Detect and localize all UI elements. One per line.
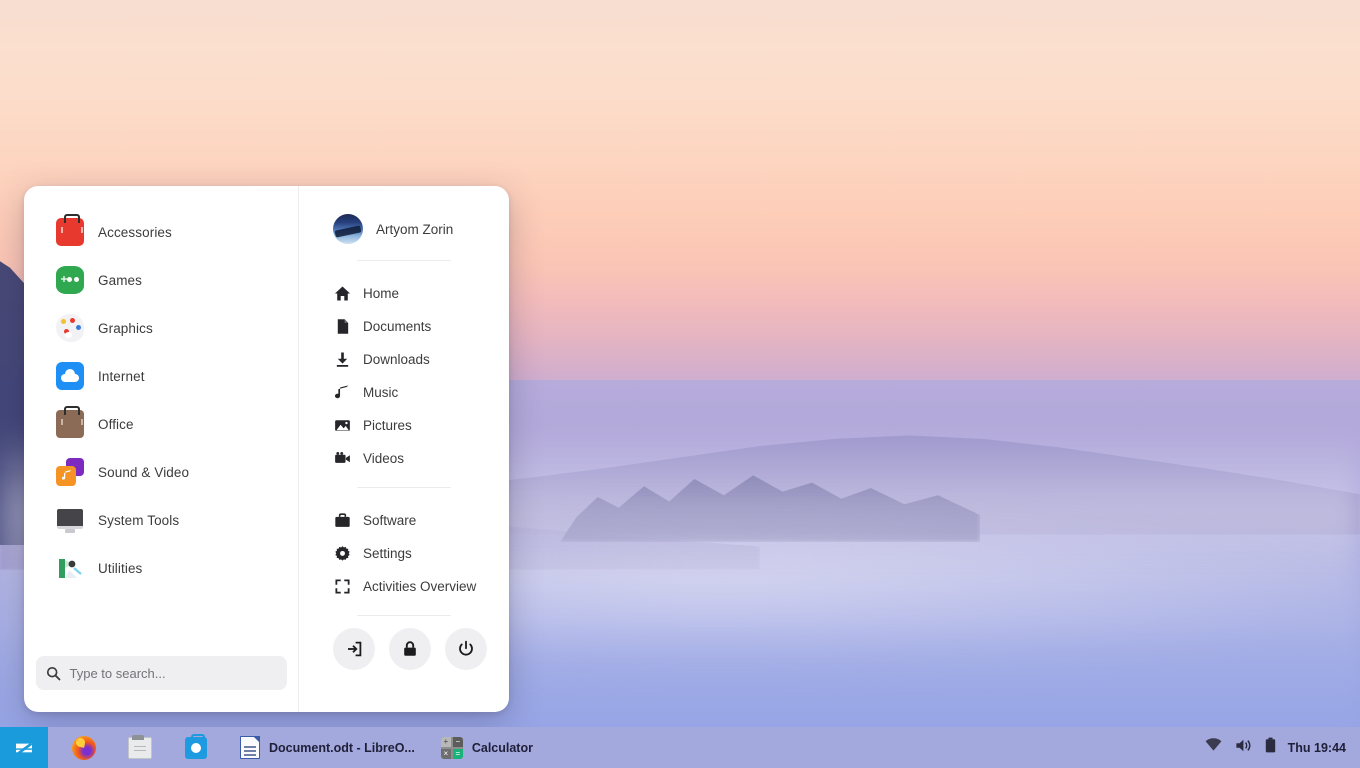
category-list: Accessories Games Graphics Internet Offi…	[24, 186, 298, 656]
gamepad-icon	[56, 266, 84, 294]
software-store-icon	[185, 737, 207, 759]
log-out-button[interactable]	[333, 628, 375, 670]
place-label: Documents	[363, 319, 431, 334]
avatar	[333, 214, 363, 244]
category-item-utilities[interactable]: Utilities	[24, 544, 298, 592]
category-label: System Tools	[98, 513, 179, 528]
system-label: Software	[363, 513, 416, 528]
clock[interactable]: Thu 19:44	[1288, 741, 1360, 755]
place-item-home[interactable]: Home	[299, 277, 509, 310]
home-icon	[333, 285, 351, 303]
place-label: Home	[363, 286, 399, 301]
volume-icon[interactable]	[1235, 738, 1252, 758]
places-list: Home Documents Downloads Music	[299, 273, 509, 475]
place-item-pictures[interactable]: Pictures	[299, 409, 509, 442]
launcher-files[interactable]	[112, 727, 168, 768]
video-camera-icon	[333, 450, 351, 468]
search-icon	[46, 666, 61, 681]
divider-bottom	[357, 487, 451, 488]
window-button-calculator[interactable]: + − × = Calculator	[435, 732, 543, 764]
calc-key-minus: −	[453, 737, 463, 747]
system-label: Settings	[363, 546, 412, 561]
category-item-office[interactable]: Office	[24, 400, 298, 448]
category-item-system-tools[interactable]: System Tools	[24, 496, 298, 544]
window-button-document[interactable]: Document.odt - LibreO...	[234, 732, 425, 764]
power-button[interactable]	[445, 628, 487, 670]
system-item-software[interactable]: Software	[299, 504, 509, 537]
category-item-accessories[interactable]: Accessories	[24, 208, 298, 256]
place-label: Music	[363, 385, 398, 400]
menu-categories-column: Accessories Games Graphics Internet Offi…	[24, 186, 299, 712]
category-label: Office	[98, 417, 134, 432]
calc-key-equals: =	[453, 749, 463, 759]
category-item-games[interactable]: Games	[24, 256, 298, 304]
music-video-icon	[56, 458, 84, 486]
search-placeholder: Type to search...	[70, 666, 166, 681]
music-note-glyph	[62, 470, 72, 481]
category-label: Internet	[98, 369, 145, 384]
category-label: Sound & Video	[98, 465, 189, 480]
files-icon	[128, 737, 152, 759]
system-list: Software Settings Activities Overview	[299, 500, 509, 603]
monitor-icon	[56, 506, 84, 534]
system-item-activities-overview[interactable]: Activities Overview	[299, 570, 509, 603]
firefox-icon	[72, 736, 96, 760]
session-buttons-row	[299, 628, 509, 692]
download-icon	[333, 351, 351, 369]
user-row[interactable]: Artyom Zorin	[299, 186, 509, 248]
place-label: Downloads	[363, 352, 430, 367]
launcher-software[interactable]	[168, 727, 224, 768]
system-label: Activities Overview	[363, 579, 476, 594]
gear-icon	[333, 545, 351, 563]
place-label: Pictures	[363, 418, 412, 433]
window-title: Document.odt - LibreO...	[269, 741, 415, 755]
calc-key-times: ×	[441, 749, 451, 759]
search-area: Type to search...	[24, 656, 298, 712]
battery-icon[interactable]	[1265, 737, 1276, 758]
start-menu-button[interactable]	[0, 727, 48, 768]
place-item-music[interactable]: Music	[299, 376, 509, 409]
system-item-settings[interactable]: Settings	[299, 537, 509, 570]
libreoffice-writer-icon	[240, 736, 260, 759]
utilities-icon	[56, 554, 84, 582]
category-label: Graphics	[98, 321, 153, 336]
user-name: Artyom Zorin	[376, 222, 453, 237]
zorin-logo-icon	[11, 735, 37, 761]
cloud-icon	[56, 362, 84, 390]
category-item-sound-video[interactable]: Sound & Video	[24, 448, 298, 496]
divider-session	[357, 615, 451, 616]
document-icon	[333, 318, 351, 336]
picture-icon	[333, 417, 351, 435]
place-label: Videos	[363, 451, 404, 466]
category-item-internet[interactable]: Internet	[24, 352, 298, 400]
launcher-firefox[interactable]	[56, 727, 112, 768]
menu-places-column: Artyom Zorin Home Documents Downlo	[299, 186, 509, 712]
calculator-icon: + − × =	[441, 737, 463, 759]
category-item-graphics[interactable]: Graphics	[24, 304, 298, 352]
lock-button[interactable]	[389, 628, 431, 670]
calc-key-plus: +	[441, 737, 451, 747]
taskbar-windows: Document.odt - LibreO... + − × = Calcula…	[224, 732, 543, 764]
software-bag-icon	[333, 512, 351, 530]
divider-top	[357, 260, 451, 261]
expand-icon	[333, 578, 351, 596]
category-label: Games	[98, 273, 142, 288]
taskbar-launchers	[48, 727, 224, 768]
place-item-videos[interactable]: Videos	[299, 442, 509, 475]
utilities-glyph	[56, 554, 84, 582]
place-item-downloads[interactable]: Downloads	[299, 343, 509, 376]
application-menu-panel: Accessories Games Graphics Internet Offi…	[24, 186, 509, 712]
system-tray	[1205, 737, 1288, 758]
category-label: Utilities	[98, 561, 142, 576]
wifi-icon[interactable]	[1205, 738, 1222, 757]
taskbar: Document.odt - LibreO... + − × = Calcula…	[0, 727, 1360, 768]
search-input[interactable]: Type to search...	[36, 656, 287, 690]
music-note-icon	[333, 384, 351, 402]
palette-icon	[56, 314, 84, 342]
window-title: Calculator	[472, 741, 533, 755]
briefcase-icon	[56, 410, 84, 438]
toolbox-icon	[56, 218, 84, 246]
place-item-documents[interactable]: Documents	[299, 310, 509, 343]
category-label: Accessories	[98, 225, 172, 240]
